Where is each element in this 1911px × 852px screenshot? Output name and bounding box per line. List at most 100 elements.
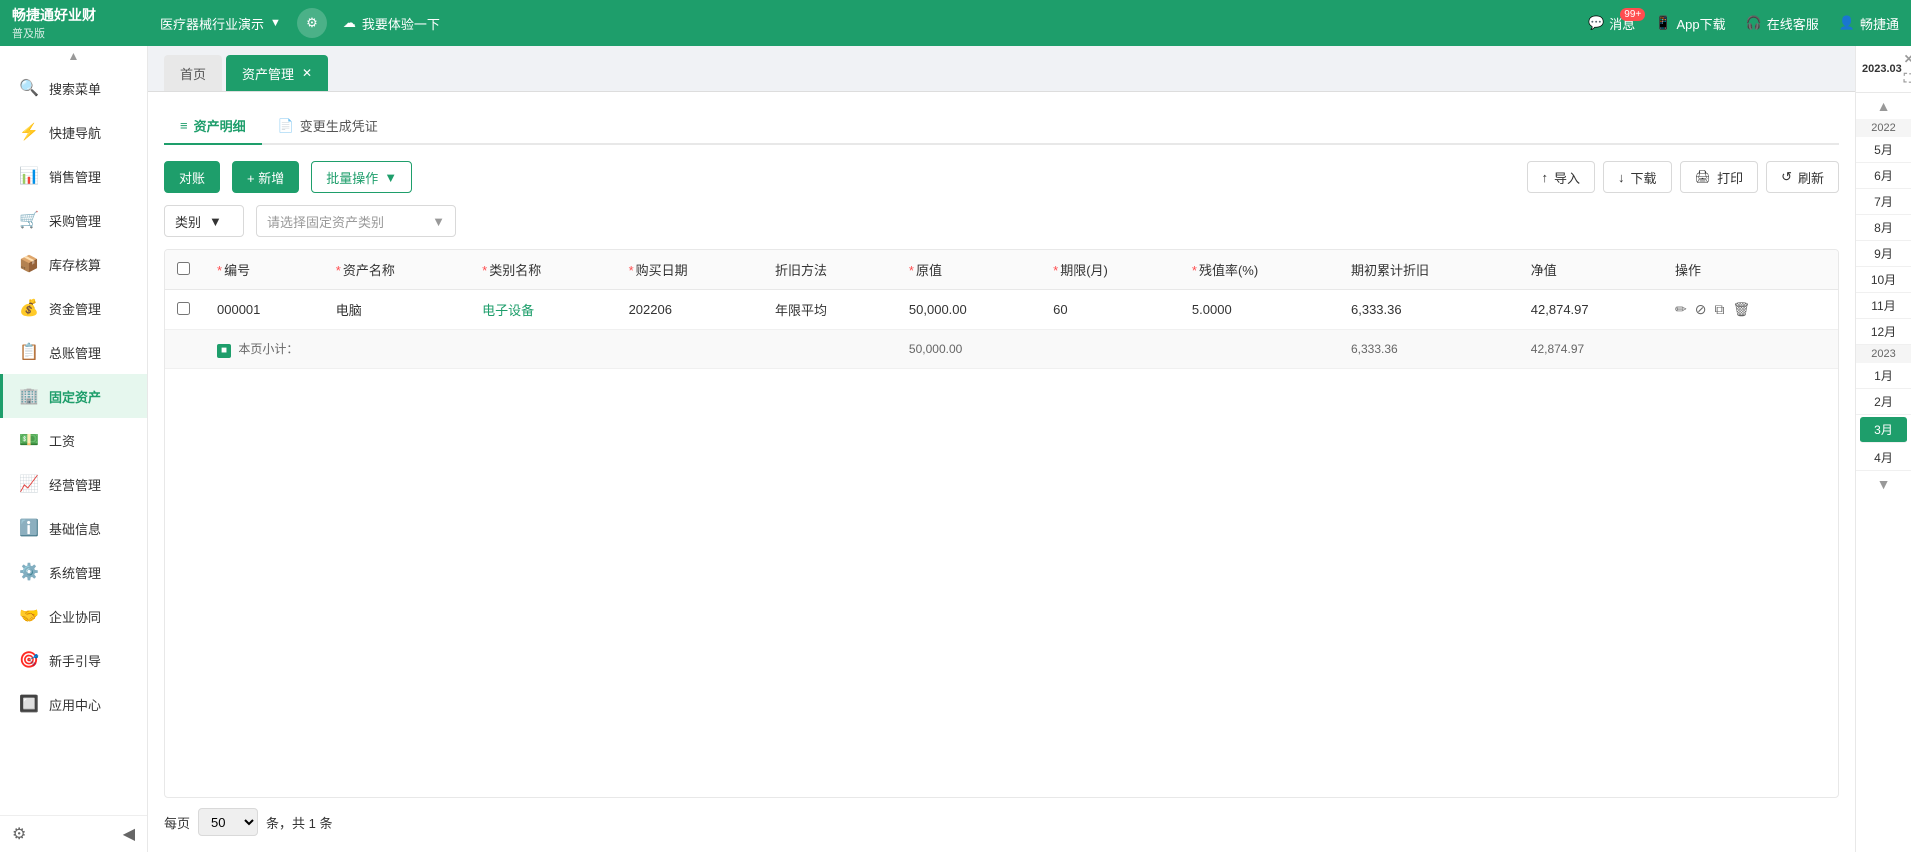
panel-expand-toggle[interactable]: ◀ (1855, 429, 1856, 469)
sidebar-item-enterprise[interactable]: 🤝 企业协同 (0, 594, 147, 638)
sidebar-item-apps[interactable]: 🔲 应用中心 (0, 682, 147, 726)
sidebar-label-inventory: 库存核算 (49, 255, 101, 274)
calendar-header: 2023.03 ✕ ⛶ (1856, 46, 1911, 93)
edit-icon[interactable]: ✏ (1675, 301, 1687, 318)
subtotal-icon: ■ (217, 344, 231, 358)
settings-button[interactable]: ⚙ (297, 8, 327, 38)
sidebar-item-system[interactable]: ⚙️ 系统管理 (0, 550, 147, 594)
calendar-panel: ◀ 2023.03 ✕ ⛶ ▲ 2022 5月 6月 7月 8月 9月 10月 … (1855, 46, 1911, 852)
app-download-button[interactable]: 📱 App下载 (1655, 14, 1725, 33)
sidebar-item-operations[interactable]: 📈 经营管理 (0, 462, 147, 506)
per-page-select[interactable]: 50 100 200 (198, 808, 258, 836)
vouchergen-icon: 📄 (278, 118, 294, 134)
calendar-up-icon[interactable]: ▲ (1875, 96, 1893, 116)
messages-button[interactable]: 💬 消息 99+ (1588, 14, 1635, 33)
assetlist-icon: ≡ (180, 118, 188, 133)
top-bar: 畅捷通好业财 普及版 医疗器械行业演示 ▼ ⚙ ☁ 我要体验一下 💬 消息 99… (0, 0, 1911, 46)
sidebar-item-inventory[interactable]: 📦 库存核算 (0, 242, 147, 286)
download-button[interactable]: ↓ 下载 (1603, 161, 1672, 193)
col-purchasedate: *购买日期 (617, 250, 763, 290)
month-2023-2[interactable]: 2月 (1856, 389, 1911, 415)
row-checkbox-cell[interactable] (165, 290, 205, 330)
col-category: *类别名称 (470, 250, 616, 290)
month-2022-8[interactable]: 8月 (1856, 215, 1911, 241)
tab-assetmgmt[interactable]: 资产管理 ✕ (226, 55, 328, 91)
month-2023-3[interactable]: 3月 (1860, 417, 1907, 443)
sidebar-label-purchase: 采购管理 (49, 211, 101, 230)
category-select[interactable]: 类别 ▼ (164, 205, 244, 237)
sidebar-scroll-up[interactable]: ▲ (0, 46, 147, 66)
sidebar-item-salary[interactable]: 💵 工资 (0, 418, 147, 462)
import-button[interactable]: ↑ 导入 (1527, 161, 1596, 193)
sidebar-item-basic[interactable]: ℹ️ 基础信息 (0, 506, 147, 550)
month-2022-12[interactable]: 12月 (1856, 319, 1911, 345)
row-actions: ✏ ⊘ ⧉ 🗑 (1663, 290, 1838, 330)
month-2023-1[interactable]: 1月 (1856, 363, 1911, 389)
fixedassets-icon: 🏢 (19, 386, 39, 406)
new-button[interactable]: + 新增 (232, 161, 299, 193)
row-checkbox[interactable] (177, 302, 190, 315)
action-icons: ✏ ⊘ ⧉ 🗑 (1675, 301, 1826, 318)
col-accumdep: 期初累计折旧 (1339, 250, 1519, 290)
subtotal-netvalue: 42,874.97 (1519, 330, 1663, 369)
month-2022-10[interactable]: 10月 (1856, 267, 1911, 293)
download-label: 下载 (1631, 168, 1657, 187)
sidebar-label-system: 系统管理 (49, 563, 101, 582)
sidebar-collapse-icon[interactable]: ◀ (123, 824, 135, 844)
tab-home-label: 首页 (180, 64, 206, 83)
calendar-down-icon[interactable]: ▼ (1875, 474, 1893, 494)
company-selector[interactable]: 医疗器械行业演示 ▼ (160, 14, 281, 33)
refresh-label: 刷新 (1798, 168, 1824, 187)
tab-home[interactable]: 首页 (164, 55, 222, 91)
assets-table: *编号 *资产名称 *类别名称 *购买日期 折旧方法 *原值 *期限(月) *残… (165, 250, 1838, 369)
sidebar-item-fixedassets[interactable]: 🏢 固定资产 (0, 374, 147, 418)
col-code: *编号 (205, 250, 324, 290)
month-2022-11[interactable]: 11月 (1856, 293, 1911, 319)
sidebar-settings-icon[interactable]: ⚙ (12, 824, 26, 844)
row-originalvalue: 50,000.00 (897, 290, 1041, 330)
col-residualrate: *残值率(%) (1180, 250, 1339, 290)
toolbar-right: ↑ 导入 ↓ 下载 🖨 打印 ↺ 刷新 (1527, 161, 1839, 193)
year-2022-label: 2022 (1856, 119, 1911, 137)
category-input[interactable]: 请选择固定资产类别 ▼ (256, 205, 456, 237)
calendar-close-icon[interactable]: ✕ (1902, 50, 1911, 68)
month-2022-6[interactable]: 6月 (1856, 163, 1911, 189)
logo-sub: 普及版 (12, 25, 160, 41)
subtotal-label-cell: ■ 本页小计： (205, 330, 897, 369)
category-input-chevron: ▼ (432, 214, 445, 229)
select-all-checkbox[interactable] (177, 262, 190, 275)
enterprise-icon: 🤝 (19, 606, 39, 626)
sidebar-label-sales: 销售管理 (49, 167, 101, 186)
sub-tab-vouchergen[interactable]: 📄 变更生成凭证 (262, 108, 394, 145)
stop-icon[interactable]: ⊘ (1695, 301, 1707, 318)
batch-button[interactable]: 批量操作 ▼ (311, 161, 412, 193)
month-2022-5[interactable]: 5月 (1856, 137, 1911, 163)
sub-tab-assetlist[interactable]: ≡ 资产明细 (164, 108, 262, 145)
table-row: 000001 电脑 电子设备 202206 年限平均 50,000.00 60 … (165, 290, 1838, 330)
print-button[interactable]: 🖨 打印 (1680, 161, 1759, 193)
month-2023-4[interactable]: 4月 (1856, 445, 1911, 471)
refresh-button[interactable]: ↺ 刷新 (1766, 161, 1839, 193)
sidebar-item-finance[interactable]: 💰 资金管理 (0, 286, 147, 330)
subtotal-label: 本页小计： (238, 342, 298, 356)
sidebar-item-purchase[interactable]: 🛒 采购管理 (0, 198, 147, 242)
calendar-expand-icon[interactable]: ⛶ (1902, 69, 1911, 88)
sidebar-items: 🔍 搜索菜单 ⚡ 快捷导航 📊 销售管理 🛒 采购管理 📦 库存核算 💰 (0, 66, 147, 815)
reconcile-button[interactable]: 对账 (164, 161, 220, 193)
sidebar-item-quicknav[interactable]: ⚡ 快捷导航 (0, 110, 147, 154)
user-menu-button[interactable]: 👤 畅捷通 (1839, 14, 1899, 33)
subtotal-actions (1663, 330, 1838, 369)
sidebar-item-search[interactable]: 🔍 搜索菜单 (0, 66, 147, 110)
top-bar-right: 💬 消息 99+ 📱 App下载 🎧 在线客服 👤 畅捷通 (1588, 14, 1899, 33)
experience-button[interactable]: ☁ 我要体验一下 (343, 14, 440, 33)
month-2022-7[interactable]: 7月 (1856, 189, 1911, 215)
month-2022-9[interactable]: 9月 (1856, 241, 1911, 267)
sidebar-item-guide[interactable]: 🎯 新手引导 (0, 638, 147, 682)
tab-close-icon[interactable]: ✕ (302, 66, 312, 80)
logo: 畅捷通好业财 普及版 (12, 5, 160, 41)
copy-icon[interactable]: ⧉ (1714, 301, 1724, 318)
delete-icon[interactable]: 🗑 (1732, 301, 1750, 318)
online-service-button[interactable]: 🎧 在线客服 (1746, 14, 1819, 33)
sidebar-item-ledger[interactable]: 📋 总账管理 (0, 330, 147, 374)
sidebar-item-sales[interactable]: 📊 销售管理 (0, 154, 147, 198)
